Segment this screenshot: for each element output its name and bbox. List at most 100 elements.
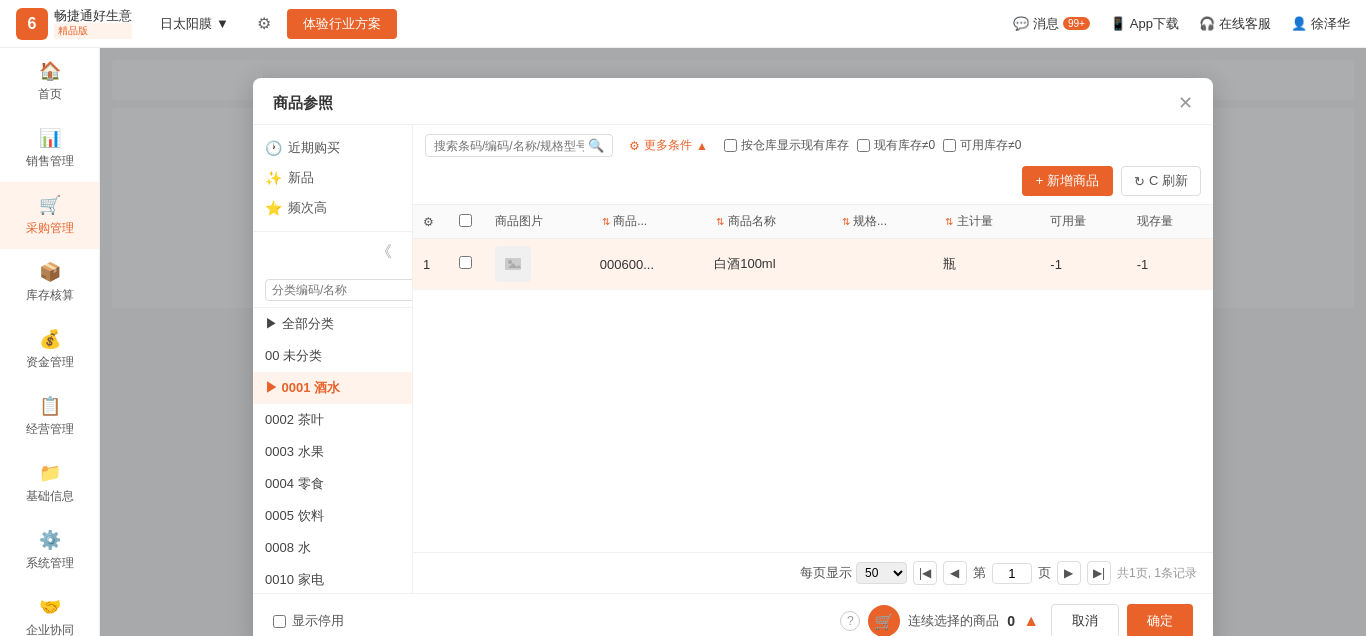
footer-center: ? 🛒 连续选择的商品 0 ▲ bbox=[840, 605, 1039, 636]
high-frequency-label: 频次高 bbox=[288, 199, 327, 217]
category-beverage[interactable]: 0005 饮料 bbox=[253, 500, 412, 532]
sidebar-item-finance[interactable]: 💰 资金管理 bbox=[0, 316, 99, 383]
table-row[interactable]: 1 bbox=[413, 239, 1213, 290]
sidebar-item-label: 企业协同 bbox=[26, 622, 74, 636]
purchase-icon: 🛒 bbox=[39, 194, 61, 216]
messages-nav-item[interactable]: 💬 消息 99+ bbox=[1013, 15, 1090, 33]
nav-selector[interactable]: 日太阳膜 ▼ bbox=[148, 11, 241, 37]
col-unit[interactable]: ⇅ 主计量 bbox=[933, 205, 1040, 239]
add-product-button[interactable]: + 新增商品 bbox=[1022, 166, 1113, 196]
col-checkbox[interactable] bbox=[449, 205, 485, 239]
sidebar-item-system[interactable]: ⚙️ 系统管理 bbox=[0, 517, 99, 584]
sidebar-item-basic-info[interactable]: 📁 基础信息 bbox=[0, 450, 99, 517]
current-stock-checkbox[interactable] bbox=[857, 139, 870, 152]
trial-button[interactable]: 体验行业方案 bbox=[287, 9, 397, 39]
last-page-button[interactable]: ▶| bbox=[1087, 561, 1111, 585]
cell-checkbox[interactable] bbox=[449, 239, 485, 290]
svg-point-1 bbox=[508, 260, 512, 264]
high-frequency-item[interactable]: ⭐ 频次高 bbox=[253, 193, 412, 223]
new-product-label: 新品 bbox=[288, 169, 314, 187]
confirm-button[interactable]: 确定 bbox=[1127, 604, 1193, 636]
sidebar-item-operations[interactable]: 📋 经营管理 bbox=[0, 383, 99, 450]
category-liquor-label: ▶ 0001 酒水 bbox=[265, 379, 340, 397]
category-liquor[interactable]: ▶ 0001 酒水 bbox=[253, 372, 412, 404]
select-all-checkbox[interactable] bbox=[459, 214, 472, 227]
gear-icon[interactable]: ⚙ bbox=[257, 14, 271, 33]
table-settings-icon[interactable]: ⚙ bbox=[423, 215, 434, 229]
cart-count: 0 bbox=[1007, 613, 1015, 629]
category-water[interactable]: 0008 水 bbox=[253, 532, 412, 564]
category-snack[interactable]: 0004 零食 bbox=[253, 468, 412, 500]
more-filter-button[interactable]: ⚙ 更多条件 ▲ bbox=[621, 133, 716, 158]
recent-purchase-item[interactable]: 🕐 近期购买 bbox=[253, 133, 412, 163]
cell-stock: -1 bbox=[1127, 239, 1213, 290]
category-all-label: ▶ 全部分类 bbox=[265, 315, 334, 333]
category-panel: 🕐 近期购买 ✨ 新品 ⭐ 频次高 bbox=[253, 125, 413, 593]
sidebar-item-label: 经营管理 bbox=[26, 421, 74, 438]
product-table: ⚙ 商品图片 bbox=[413, 205, 1213, 290]
refresh-icon: ↻ bbox=[1134, 174, 1145, 189]
category-unclassified-label: 00 未分类 bbox=[265, 347, 322, 365]
show-disabled-checkbox[interactable] bbox=[273, 615, 286, 628]
sidebar-item-enterprise[interactable]: 🤝 企业协同 bbox=[0, 584, 99, 636]
col-name[interactable]: ⇅ 商品名称 bbox=[704, 205, 829, 239]
sidebar-item-purchase[interactable]: 🛒 采购管理 bbox=[0, 182, 99, 249]
message-icon: 💬 bbox=[1013, 16, 1029, 31]
modal-title: 商品参照 bbox=[273, 94, 333, 113]
next-page-button[interactable]: ▶ bbox=[1057, 561, 1081, 585]
category-appliance[interactable]: 0010 家电 bbox=[253, 564, 412, 593]
nonzero-available-stock-filter[interactable]: 可用库存≠0 bbox=[943, 137, 1021, 154]
sidebar-item-inventory[interactable]: 📦 库存核算 bbox=[0, 249, 99, 316]
nonzero-current-stock-filter[interactable]: 现有库存≠0 bbox=[857, 137, 935, 154]
cancel-button[interactable]: 取消 bbox=[1051, 604, 1119, 636]
help-icon[interactable]: ? bbox=[840, 611, 860, 631]
footer-collapse-button[interactable]: ▲ bbox=[1023, 612, 1039, 630]
page-size-dropdown[interactable]: 50 10 20 100 bbox=[856, 562, 907, 584]
product-search-wrap: 🔍 bbox=[425, 134, 613, 157]
refresh-button[interactable]: ↻ C 刷新 bbox=[1121, 166, 1201, 196]
category-search-input[interactable] bbox=[265, 279, 413, 301]
pagination-bar: 每页显示 50 10 20 100 |◀ ◀ 第 bbox=[413, 552, 1213, 593]
sidebar-item-label: 销售管理 bbox=[26, 153, 74, 170]
product-search-input[interactable] bbox=[434, 139, 584, 153]
sidebar-item-sales[interactable]: 📊 销售管理 bbox=[0, 115, 99, 182]
cell-unit: 瓶 bbox=[933, 239, 1040, 290]
product-reference-modal: 商品参照 ✕ 🕐 近期购买 ✨ bbox=[253, 78, 1213, 636]
sidebar: 🏠 首页 📊 销售管理 🛒 采购管理 📦 库存核算 💰 资金管理 📋 经营管理 … bbox=[0, 48, 100, 636]
col-spec[interactable]: ⇅ 规格... bbox=[830, 205, 934, 239]
modal-close-button[interactable]: ✕ bbox=[1178, 92, 1193, 114]
col-code[interactable]: ⇅ 商品... bbox=[590, 205, 704, 239]
app-download-nav-item[interactable]: 📱 App下载 bbox=[1110, 15, 1179, 33]
first-page-button[interactable]: |◀ bbox=[913, 561, 937, 585]
clock-icon: 🕐 bbox=[265, 140, 282, 156]
show-disabled-label[interactable]: 显示停用 bbox=[273, 612, 344, 630]
category-all[interactable]: ▶ 全部分类 bbox=[253, 308, 412, 340]
top-nav: 6 畅捷通好生意 精品版 日太阳膜 ▼ ⚙ 体验行业方案 💬 消息 99+ 📱 … bbox=[0, 0, 1366, 48]
show-stock-checkbox[interactable] bbox=[724, 139, 737, 152]
phone-icon: 📱 bbox=[1110, 16, 1126, 31]
panel-collapse-button[interactable]: 《 bbox=[364, 236, 404, 269]
category-fruit[interactable]: 0003 水果 bbox=[253, 436, 412, 468]
cell-name: 白酒100ml bbox=[704, 239, 829, 290]
system-icon: ⚙️ bbox=[39, 529, 61, 551]
new-product-item[interactable]: ✨ 新品 bbox=[253, 163, 412, 193]
category-unclassified[interactable]: 00 未分类 bbox=[253, 340, 412, 372]
show-stock-by-warehouse-filter[interactable]: 按仓库显示现有库存 bbox=[724, 137, 849, 154]
modal-body: 🕐 近期购买 ✨ 新品 ⭐ 频次高 bbox=[253, 125, 1213, 593]
category-tea[interactable]: 0002 茶叶 bbox=[253, 404, 412, 436]
avatar: 👤 bbox=[1291, 16, 1307, 31]
prev-page-button[interactable]: ◀ bbox=[943, 561, 967, 585]
user-nav-item[interactable]: 👤 徐泽华 bbox=[1291, 15, 1350, 33]
category-fruit-label: 0003 水果 bbox=[265, 443, 324, 461]
page-number-input[interactable] bbox=[992, 563, 1032, 584]
row-checkbox[interactable] bbox=[459, 256, 472, 269]
col-settings[interactable]: ⚙ bbox=[413, 205, 449, 239]
search-icon[interactable]: 🔍 bbox=[588, 138, 604, 153]
sidebar-item-home[interactable]: 🏠 首页 bbox=[0, 48, 99, 115]
home-icon: 🏠 bbox=[39, 60, 61, 82]
page-info: 共1页, 1条记录 bbox=[1117, 565, 1197, 582]
online-service-nav-item[interactable]: 🎧 在线客服 bbox=[1199, 15, 1271, 33]
category-snack-label: 0004 零食 bbox=[265, 475, 324, 493]
available-stock-checkbox[interactable] bbox=[943, 139, 956, 152]
sidebar-item-label: 系统管理 bbox=[26, 555, 74, 572]
